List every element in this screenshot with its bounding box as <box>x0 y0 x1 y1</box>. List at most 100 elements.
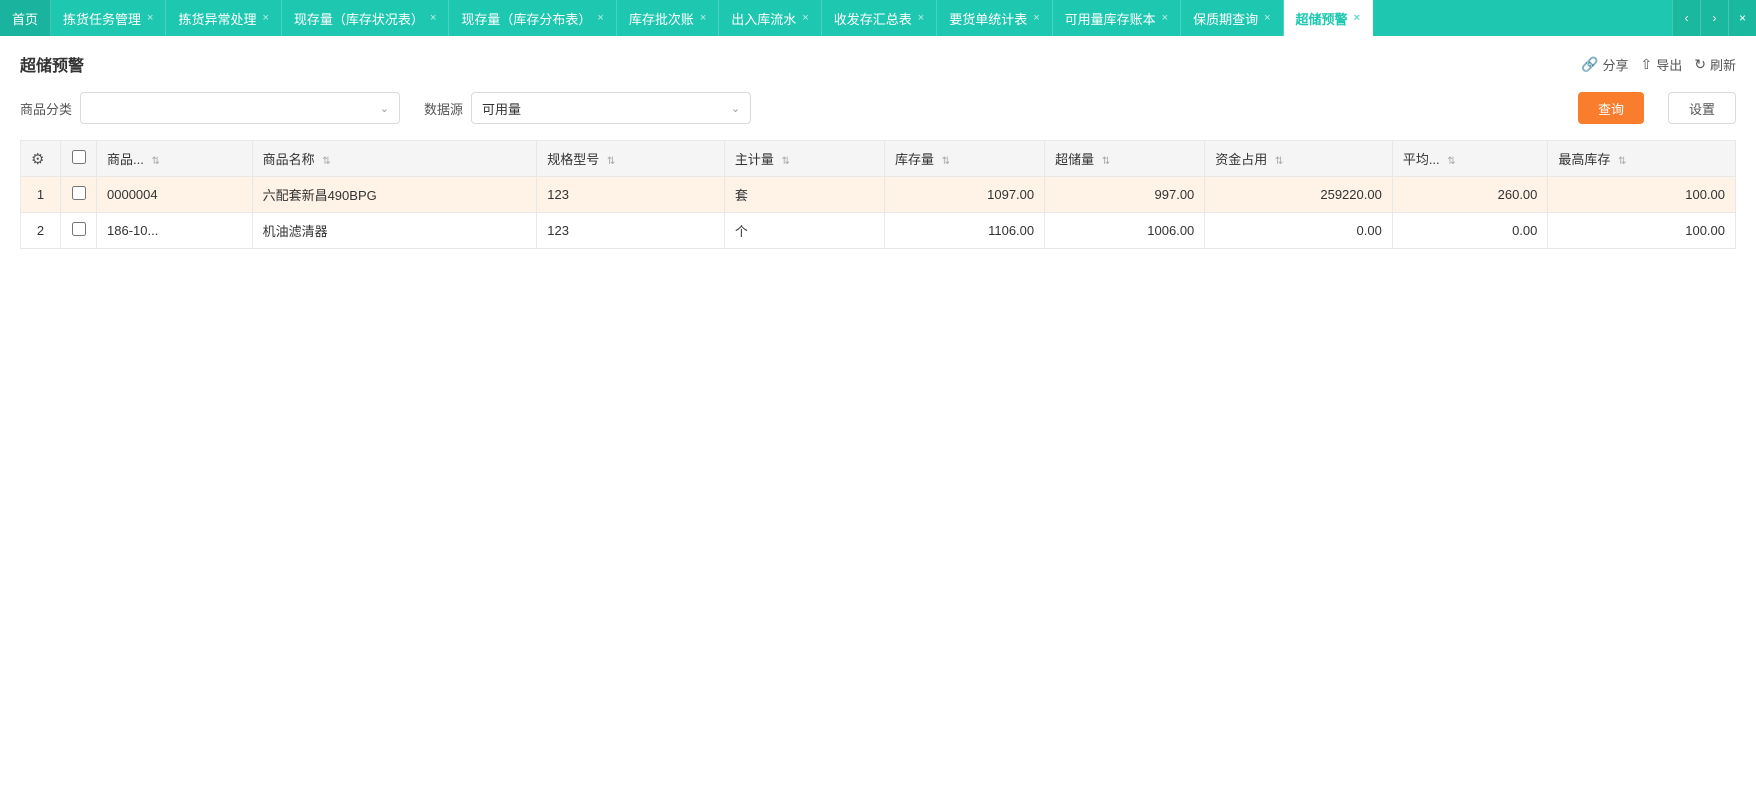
row-code: 0000004 <box>97 177 253 213</box>
close-icon[interactable]: × <box>1162 12 1168 24</box>
th-checkbox <box>61 141 97 177</box>
chevron-down-icon: ⌄ <box>380 102 389 115</box>
nav-available[interactable]: 可用量库存账本 × <box>1053 0 1181 36</box>
row-overstock: 1006.00 <box>1045 213 1205 249</box>
category-select[interactable]: ⌄ <box>80 92 400 124</box>
row-stock: 1097.00 <box>884 177 1044 213</box>
sort-icon: ⇅ <box>781 156 789 167</box>
refresh-icon: ↻ <box>1694 56 1706 73</box>
nav-stock-status[interactable]: 现存量（库存状况表） × <box>282 0 449 36</box>
share-button[interactable]: 🔗 分享 <box>1581 55 1628 74</box>
datasource-select[interactable]: 可用量 ⌄ <box>471 92 751 124</box>
sort-icon: ⇅ <box>1102 156 1110 167</box>
filter-row: 商品分类 ⌄ 数据源 可用量 ⌄ 查询 设置 <box>20 92 1736 124</box>
nav-summary[interactable]: 收发存汇总表 × <box>822 0 937 36</box>
row-num: 1 <box>21 177 61 213</box>
row-capital: 259220.00 <box>1205 177 1393 213</box>
th-maxstock[interactable]: 最高库存 ⇅ <box>1548 141 1736 177</box>
refresh-button[interactable]: ↻ 刷新 <box>1694 55 1736 74</box>
th-stock[interactable]: 库存量 ⇅ <box>884 141 1044 177</box>
datasource-label: 数据源 <box>424 99 463 118</box>
row-maxstock: 100.00 <box>1548 213 1736 249</box>
page-title: 超储预警 <box>20 52 84 76</box>
th-code[interactable]: 商品... ⇅ <box>97 141 253 177</box>
th-overstock[interactable]: 超储量 ⇅ <box>1045 141 1205 177</box>
header-actions: 🔗 分享 ⇧ 导出 ↻ 刷新 <box>1581 55 1736 74</box>
gear-icon[interactable]: ⚙ <box>31 151 44 168</box>
nav-home[interactable]: 首页 <box>0 0 51 36</box>
share-icon: 🔗 <box>1581 56 1598 73</box>
nav-next-arrow[interactable]: › <box>1700 0 1728 36</box>
close-icon[interactable]: × <box>262 12 268 24</box>
datasource-select-value: 可用量 <box>482 99 521 118</box>
row-unit: 个 <box>724 213 884 249</box>
th-settings: ⚙ <box>21 141 61 177</box>
nav-close-arrow[interactable]: × <box>1728 0 1756 36</box>
row-code: 186-10... <box>97 213 253 249</box>
row-checkbox-cell <box>61 213 97 249</box>
table-row: 1 0000004 六配套新昌490BPG 123 套 1097.00 997.… <box>21 177 1736 213</box>
row-checkbox-cell <box>61 177 97 213</box>
row-avg: 0.00 <box>1392 213 1548 249</box>
row-num: 2 <box>21 213 61 249</box>
close-icon[interactable]: × <box>1033 12 1039 24</box>
row-maxstock: 100.00 <box>1548 177 1736 213</box>
row-stock: 1106.00 <box>884 213 1044 249</box>
sort-icon: ⇅ <box>942 156 950 167</box>
sort-icon: ⇅ <box>1618 156 1626 167</box>
nav-demand[interactable]: 要货单统计表 × <box>937 0 1052 36</box>
row-avg: 260.00 <box>1392 177 1548 213</box>
sort-icon: ⇅ <box>607 156 615 167</box>
th-avg[interactable]: 平均... ⇅ <box>1392 141 1548 177</box>
row-checkbox[interactable] <box>72 186 86 200</box>
th-capital[interactable]: 资金占用 ⇅ <box>1205 141 1393 177</box>
nav-bar: 首页 拣货任务管理 × 拣货异常处理 × 现存量（库存状况表） × 现存量（库存… <box>0 0 1756 36</box>
table-header-row: ⚙ 商品... ⇅ 商品名称 ⇅ 规格型号 ⇅ 主计量 <box>21 141 1736 177</box>
select-all-checkbox[interactable] <box>72 150 86 164</box>
close-icon[interactable]: × <box>802 12 808 24</box>
query-button[interactable]: 查询 <box>1578 92 1644 124</box>
row-checkbox[interactable] <box>72 222 86 236</box>
nav-arrows: ‹ › × <box>1672 0 1756 36</box>
row-unit: 套 <box>724 177 884 213</box>
th-unit[interactable]: 主计量 ⇅ <box>724 141 884 177</box>
close-icon[interactable]: × <box>700 12 706 24</box>
table-row: 2 186-10... 机油滤清器 123 个 1106.00 1006.00 … <box>21 213 1736 249</box>
page-header: 超储预警 🔗 分享 ⇧ 导出 ↻ 刷新 <box>20 52 1736 76</box>
nav-prev-arrow[interactable]: ‹ <box>1672 0 1700 36</box>
datasource-filter: 数据源 可用量 ⌄ <box>424 92 751 124</box>
chevron-down-icon: ⌄ <box>731 102 740 115</box>
sort-icon: ⇅ <box>322 156 330 167</box>
close-icon[interactable]: × <box>1264 12 1270 24</box>
category-label: 商品分类 <box>20 99 72 118</box>
row-capital: 0.00 <box>1205 213 1393 249</box>
row-name: 机油滤清器 <box>252 213 537 249</box>
row-spec: 123 <box>537 177 725 213</box>
sort-icon: ⇅ <box>1275 156 1283 167</box>
nav-quality[interactable]: 保质期查询 × <box>1181 0 1283 36</box>
export-icon: ⇧ <box>1641 56 1653 73</box>
row-overstock: 997.00 <box>1045 177 1205 213</box>
close-icon[interactable]: × <box>1354 12 1360 24</box>
settings-button[interactable]: 设置 <box>1668 92 1736 124</box>
nav-flow[interactable]: 出入库流水 × <box>719 0 821 36</box>
close-icon[interactable]: × <box>918 12 924 24</box>
nav-exception[interactable]: 拣货异常处理 × <box>166 0 281 36</box>
row-name: 六配套新昌490BPG <box>252 177 537 213</box>
close-icon[interactable]: × <box>597 12 603 24</box>
close-icon[interactable]: × <box>430 12 436 24</box>
row-spec: 123 <box>537 213 725 249</box>
export-button[interactable]: ⇧ 导出 <box>1641 55 1683 74</box>
nav-overstock[interactable]: 超储预警 × <box>1284 0 1373 36</box>
nav-batch[interactable]: 库存批次账 × <box>617 0 719 36</box>
th-spec[interactable]: 规格型号 ⇅ <box>537 141 725 177</box>
category-filter: 商品分类 ⌄ <box>20 92 400 124</box>
sort-icon: ⇅ <box>1447 156 1455 167</box>
nav-stock-dist[interactable]: 现存量（库存分布表） × <box>449 0 616 36</box>
nav-task-mgmt[interactable]: 拣货任务管理 × <box>51 0 166 36</box>
sort-icon: ⇅ <box>151 156 159 167</box>
th-name[interactable]: 商品名称 ⇅ <box>252 141 537 177</box>
main-content: 超储预警 🔗 分享 ⇧ 导出 ↻ 刷新 商品分类 ⌄ 数据源 <box>0 36 1756 800</box>
close-icon[interactable]: × <box>147 12 153 24</box>
data-table: ⚙ 商品... ⇅ 商品名称 ⇅ 规格型号 ⇅ 主计量 <box>20 140 1736 249</box>
